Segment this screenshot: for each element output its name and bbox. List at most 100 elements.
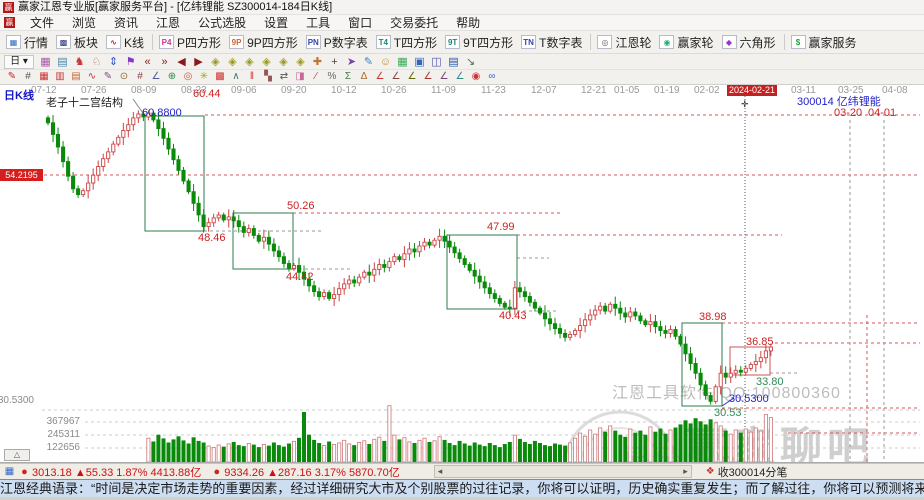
menu-item-1[interactable]: 浏览 [63,14,105,31]
slope3-tool-icon[interactable]: ∠ [404,70,420,84]
period-day-dropdown[interactable]: 日 ▾ [4,54,34,69]
pen2-tool-icon[interactable]: ✎ [100,70,116,84]
tick-data-link[interactable]: ❖ 收300014分笔 [706,464,788,480]
delta-tool-icon[interactable]: Δ [356,70,372,84]
slope6-tool-icon[interactable]: ∠ [452,70,468,84]
go-first-icon[interactable]: « [139,55,156,69]
wave-tool-icon[interactable]: ∿ [84,70,100,84]
save-icon[interactable]: ▤ [445,55,462,69]
price-label-tool-icon[interactable]: ▤ [68,70,84,84]
candle [312,280,317,297]
pencil-tool-icon[interactable]: ✎ [4,70,20,84]
pie-sphere-icon[interactable]: ◉ [468,70,484,84]
export-icon[interactable]: ↘ [462,55,479,69]
menu-item-3[interactable]: 江恩 [147,14,189,31]
annotate-icon[interactable]: ✎ [360,55,377,69]
block-tool-icon[interactable]: ▩ [212,70,228,84]
cycle-tool-icon[interactable]: ⊙ [116,70,132,84]
fence-tool-icon[interactable]: ▚ [260,70,276,84]
fan1-tool-icon[interactable]: ∕ [308,70,324,84]
menu-item-8[interactable]: 交易委托 [381,14,447,31]
index-icon-0[interactable]: ● [17,465,32,478]
winner-service-button[interactable]: $ 赢家服务 [788,33,862,52]
compass-tool-icon[interactable]: ⊕ [164,70,180,84]
chart-area[interactable]: 江恩工具软件 QQ:100800360 赢家聊吧 liaoba.vip.com … [0,85,924,463]
candle [136,110,141,123]
volume-bar [723,430,728,463]
extend-tool-icon[interactable]: ⇄ [276,70,292,84]
window-split-icon[interactable]: ◫ [428,55,445,69]
horse-red-icon[interactable]: ♞ [71,55,88,69]
menu-item-7[interactable]: 窗口 [339,14,381,31]
monitor-icon[interactable]: ▣ [411,55,428,69]
template-icon[interactable]: ▦ [37,55,54,69]
select-arrow-icon[interactable]: ➤ [343,55,360,69]
candlestick-chart-svg[interactable] [0,85,924,463]
hexagon-button[interactable]: ◆ 六角形 [719,33,781,52]
slope2-tool-icon[interactable]: ∠ [388,70,404,84]
gann-gem-5-icon[interactable]: ◈ [275,55,292,69]
p-table-button[interactable]: PN P数字表 [303,33,373,52]
panel-grid-icon[interactable]: ▦ [394,55,411,69]
index-quote-1[interactable]: 9334.26 ▲287.16 3.17% 5870.70亿 [224,464,399,480]
9t-square-button[interactable]: 9T 9T四方形 [442,33,518,52]
gann-box-tool-icon[interactable]: ▦ [36,70,52,84]
volume-bar [452,445,457,463]
t-table-button[interactable]: TN T数字表 [518,33,587,52]
notes-icon[interactable]: ▤ [54,55,71,69]
scroll-left-icon[interactable]: ◂ [435,466,446,477]
gann-box2-tool-icon[interactable]: ▥ [52,70,68,84]
gann-gem-6-icon[interactable]: ◈ [292,55,309,69]
slope5-tool-icon[interactable]: ∠ [436,70,452,84]
t-square-button[interactable]: T4 T四方形 [373,33,442,52]
screen-tool-icon[interactable]: ◨ [292,70,308,84]
slope4-tool-icon[interactable]: ∠ [420,70,436,84]
angle-tool-icon[interactable]: ∠ [148,70,164,84]
menu-item-6[interactable]: 工具 [297,14,339,31]
menu-item-0[interactable]: 文件 [21,14,63,31]
hash-tool-icon[interactable]: # [132,70,148,84]
p-square-button[interactable]: P4 P四方形 [156,33,226,52]
peaks-tool-icon[interactable]: ∧ [228,70,244,84]
gann-gem-4-icon[interactable]: ◈ [258,55,275,69]
collapse-panel-button[interactable]: △ [4,449,30,461]
swap-vertical-icon[interactable]: ⇕ [105,55,122,69]
price-annotation: 38.98 [699,311,727,323]
grid-tool-icon[interactable]: # [20,70,36,84]
candle [583,313,588,333]
index-icon-1[interactable]: ● [209,465,224,478]
go-last-icon[interactable]: » [156,55,173,69]
gann-gem-2-icon[interactable]: ◈ [224,55,241,69]
horizontal-scrollbar[interactable]: ◂ ▸ [433,465,692,478]
menu-item-9[interactable]: 帮助 [447,14,489,31]
pillars-tool-icon[interactable]: ‖ [244,70,260,84]
menu-item-2[interactable]: 资讯 [105,14,147,31]
gann-gem-1-icon[interactable]: ◈ [207,55,224,69]
slope1-tool-icon[interactable]: ∠ [372,70,388,84]
wave2-icon[interactable]: ∞ [484,70,500,84]
quotes-button[interactable]: ▦ 行情 [3,33,53,52]
gann-wheel-button[interactable]: ◎ 江恩轮 [594,33,656,52]
gann-gem-3-icon[interactable]: ◈ [241,55,258,69]
percent-tool-icon[interactable]: % [324,70,340,84]
quote-grid-icon[interactable]: ▦ [2,465,17,478]
sigma-tool-icon[interactable]: Σ [340,70,356,84]
menu-item-5[interactable]: 设置 [255,14,297,31]
flag-icon[interactable]: ⚑ [122,55,139,69]
hand-drag-icon[interactable]: ✚ [309,55,326,69]
target-tool-icon[interactable]: ◎ [180,70,196,84]
go-next-icon[interactable]: ▶ [190,55,207,69]
index-quote-0[interactable]: 3013.18 ▲55.33 1.87% 4413.88亿 [32,464,201,480]
star-tool-icon[interactable]: ✳ [196,70,212,84]
menu-item-4[interactable]: 公式选股 [189,14,255,31]
crosshair-icon[interactable]: + [326,55,343,69]
winner-wheel-button[interactable]: ◉ 赢家轮 [656,33,718,52]
9p-square-button[interactable]: 9P 9P四方形 [226,33,303,52]
community-icon[interactable]: ☺ [377,55,394,69]
scroll-right-icon[interactable]: ▸ [680,466,691,477]
kline-button[interactable]: ∿ K线 [103,33,149,52]
go-prev-icon[interactable]: ◀ [173,55,190,69]
horse-outline-icon[interactable]: ♘ [88,55,105,69]
sectors-button[interactable]: ▩ 板块 [53,33,103,52]
p-square-button-label: P四方形 [177,35,222,50]
